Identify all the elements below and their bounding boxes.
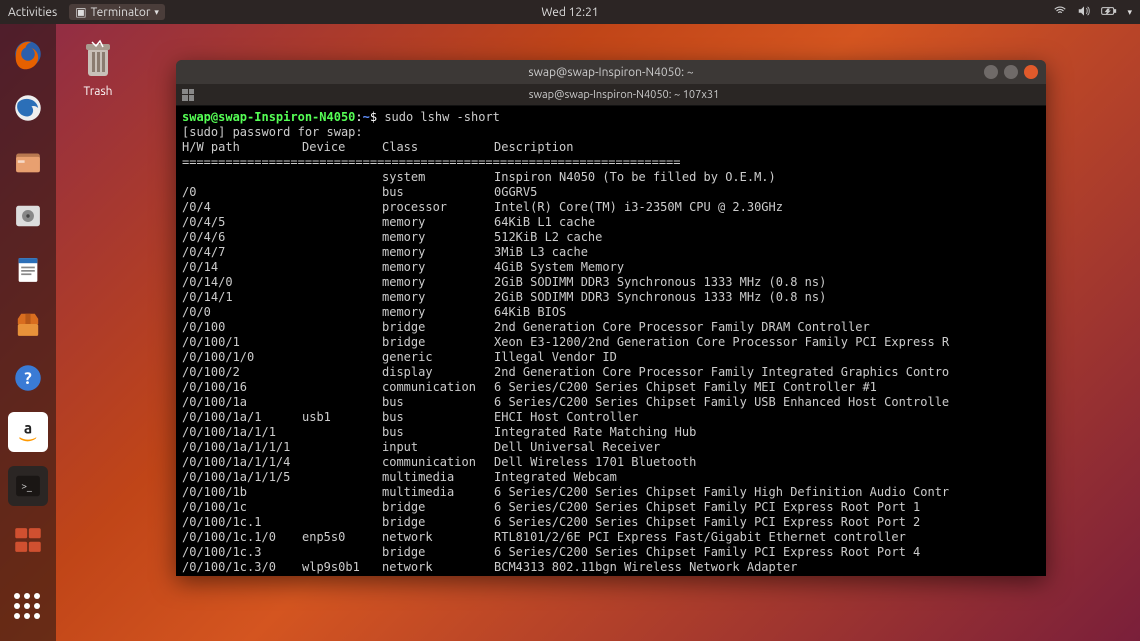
- lshw-row: /0/100/1cbridge6 Series/C200 Series Chip…: [182, 500, 1040, 515]
- volume-icon[interactable]: [1077, 4, 1091, 21]
- window-titlebar[interactable]: swap@swap-Inspiron-N4050: ~: [176, 60, 1046, 84]
- dock-screenshot[interactable]: [8, 520, 48, 560]
- lshw-header-row: H/W pathDeviceClassDescription: [182, 140, 1040, 155]
- window-controls: [984, 65, 1038, 79]
- lshw-row: /0/4processorIntel(R) Core(TM) i3-2350M …: [182, 200, 1040, 215]
- terminal-content[interactable]: swap@swap-Inspiron-N4050:~$ sudo lshw -s…: [176, 106, 1046, 576]
- lshw-row: /0/100/1a/1/1/5multimediaIntegrated Webc…: [182, 470, 1040, 485]
- window-title: swap@swap-Inspiron-N4050: ~: [528, 66, 693, 79]
- app-menu-label: Terminator: [91, 6, 151, 19]
- app-menu[interactable]: ▣ Terminator ▾: [69, 4, 165, 20]
- terminal-tab-label[interactable]: swap@swap-Inspiron-N4050: ~ 107x31: [202, 89, 1046, 101]
- lshw-row: /0/14memory4GiB System Memory: [182, 260, 1040, 275]
- desktop-trash[interactable]: Trash: [78, 38, 118, 98]
- lshw-row: /0/4/5memory64KiB L1 cache: [182, 215, 1040, 230]
- dock-amazon[interactable]: a: [8, 412, 48, 452]
- lshw-row: /0/14/0memory2GiB SODIMM DDR3 Synchronou…: [182, 275, 1040, 290]
- terminal-prompt-line: swap@swap-Inspiron-N4050:~$ sudo lshw -s…: [182, 110, 1040, 125]
- lshw-row: /0/100/1bmultimedia6 Series/C200 Series …: [182, 485, 1040, 500]
- wifi-icon[interactable]: [1053, 4, 1067, 21]
- svg-text:?: ?: [24, 369, 32, 388]
- lshw-row: /0bus0GGRV5: [182, 185, 1040, 200]
- gnome-topbar: Activities ▣ Terminator ▾ Wed 12:21 ▾: [0, 0, 1140, 24]
- terminal-window: swap@swap-Inspiron-N4050: ~ swap@swap-In…: [176, 60, 1046, 576]
- terminator-layout-icon[interactable]: [182, 89, 194, 101]
- dock-files[interactable]: [8, 142, 48, 182]
- separator-line: ========================================…: [182, 155, 1040, 170]
- lshw-row: /0/100/1a/1/1/4communicationDell Wireles…: [182, 455, 1040, 470]
- clock[interactable]: Wed 12:21: [541, 6, 598, 19]
- lshw-row: /0/100/1bridgeXeon E3-1200/2nd Generatio…: [182, 335, 1040, 350]
- dock-rhythmbox[interactable]: [8, 196, 48, 236]
- dock-help[interactable]: ?: [8, 358, 48, 398]
- desktop-trash-label: Trash: [78, 85, 118, 98]
- lshw-row: /0/4/6memory512KiB L2 cache: [182, 230, 1040, 245]
- show-applications-button[interactable]: [14, 593, 42, 621]
- dock-firefox[interactable]: [8, 34, 48, 74]
- lshw-row: /0/0memory64KiB BIOS: [182, 305, 1040, 320]
- lshw-row: /0/100/1c.3/0wlp9s0b1networkBCM4313 802.…: [182, 560, 1040, 575]
- dock-thunderbird[interactable]: [8, 88, 48, 128]
- window-minimize-button[interactable]: [984, 65, 998, 79]
- lshw-row: /0/4/7memory3MiB L3 cache: [182, 245, 1040, 260]
- lshw-row: /0/100/1a/1/1busIntegrated Rate Matching…: [182, 425, 1040, 440]
- window-maximize-button[interactable]: [1004, 65, 1018, 79]
- caret-down-icon: ▾: [154, 7, 159, 18]
- lshw-row: /0/100/1c.1/0enp5s0networkRTL8101/2/6E P…: [182, 530, 1040, 545]
- lshw-row: /0/100/1c.1bridge6 Series/C200 Series Ch…: [182, 515, 1040, 530]
- lshw-row: /0/14/1memory2GiB SODIMM DDR3 Synchronou…: [182, 290, 1040, 305]
- lshw-row: systemInspiron N4050 (To be filled by O.…: [182, 170, 1040, 185]
- svg-text:>_: >_: [21, 479, 33, 491]
- system-menu-caret-icon[interactable]: ▾: [1127, 7, 1132, 18]
- battery-icon[interactable]: [1101, 4, 1117, 21]
- lshw-row: /0/100/1a/1usb1busEHCI Host Controller: [182, 410, 1040, 425]
- window-close-button[interactable]: [1024, 65, 1038, 79]
- lshw-row: /0/100/1c.3bridge6 Series/C200 Series Ch…: [182, 545, 1040, 560]
- trash-icon: [78, 38, 118, 82]
- lshw-row: /0/100/2display2nd Generation Core Proce…: [182, 365, 1040, 380]
- lshw-row: /0/100bridge2nd Generation Core Processo…: [182, 320, 1040, 335]
- svg-text:a: a: [24, 420, 32, 437]
- activities-button[interactable]: Activities: [8, 6, 57, 19]
- dock-software[interactable]: [8, 304, 48, 344]
- sudo-password-line: [sudo] password for swap:: [182, 125, 1040, 140]
- dock-writer[interactable]: [8, 250, 48, 290]
- terminal-icon: ▣: [75, 5, 86, 19]
- dock: ? a >_: [0, 24, 56, 641]
- lshw-row: /0/100/1/0genericIllegal Vendor ID: [182, 350, 1040, 365]
- lshw-row: /0/100/16communication6 Series/C200 Seri…: [182, 380, 1040, 395]
- dock-terminal[interactable]: >_: [8, 466, 48, 506]
- terminal-tabbar: swap@swap-Inspiron-N4050: ~ 107x31: [176, 84, 1046, 106]
- lshw-row: /0/100/1abus6 Series/C200 Series Chipset…: [182, 395, 1040, 410]
- lshw-row: /0/100/1a/1/1/1inputDell Universal Recei…: [182, 440, 1040, 455]
